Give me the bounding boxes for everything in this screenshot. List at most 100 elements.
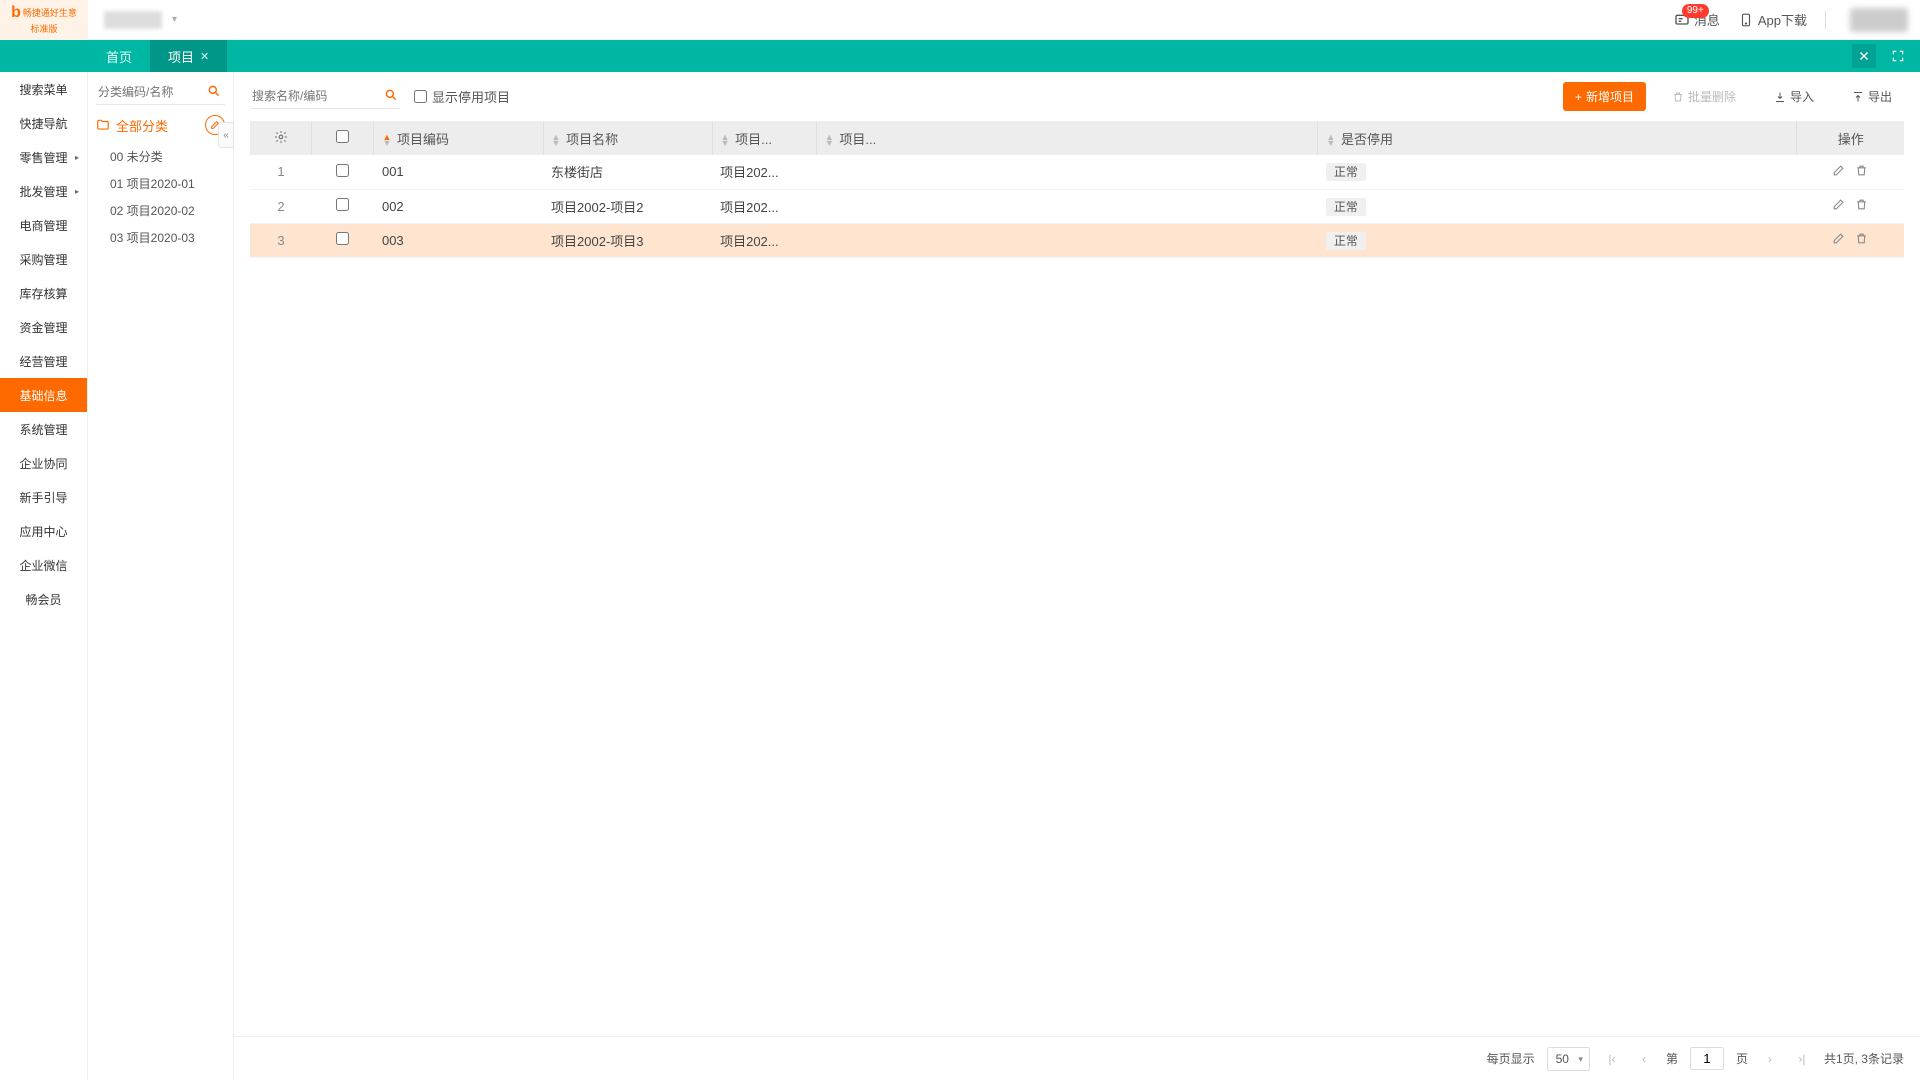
messages-button[interactable]: 99+ 消息 [1674, 10, 1720, 29]
sidebar-item[interactable]: 系统管理 [0, 412, 87, 446]
row-checkbox-cell [312, 189, 374, 223]
trash-icon [1855, 232, 1868, 245]
tab-bar: 首页 项目 ✕ [0, 40, 1920, 72]
next-page-button[interactable]: › [1760, 1049, 1780, 1069]
last-page-button[interactable]: ›| [1792, 1049, 1812, 1069]
sidebar-item[interactable]: 库存核算 [0, 276, 87, 310]
sidebar-item[interactable]: 基础信息 [0, 378, 87, 412]
brand-tagline: 畅捷通好生意 [23, 6, 77, 19]
search-icon[interactable] [384, 88, 398, 102]
sidebar-item[interactable]: 电商管理 [0, 208, 87, 242]
logo-mark: b [11, 5, 21, 21]
column-truncated-1[interactable]: ▲▼ 项目... [712, 121, 816, 155]
app-download-button[interactable]: App下载 [1738, 10, 1807, 29]
sidebar-item-label: 快捷导航 [19, 115, 67, 132]
import-button[interactable]: 导入 [1762, 82, 1826, 111]
sidebar-item[interactable]: 快捷导航 [0, 106, 87, 140]
sort-icon: ▲▼ [721, 134, 730, 146]
sidebar-item-label: 经营管理 [19, 353, 67, 370]
trash-icon [1672, 91, 1684, 103]
cell-name: 东楼街店 [543, 155, 712, 189]
column-settings[interactable] [250, 121, 312, 155]
page-suffix: 页 [1736, 1050, 1748, 1067]
category-node[interactable]: 03 项目2020-03 [106, 224, 233, 251]
sidebar-item[interactable]: 资金管理 [0, 310, 87, 344]
column-name[interactable]: ▲▼ 项目名称 [543, 121, 712, 155]
sidebar-item-label: 批发管理 [19, 183, 67, 200]
sidebar-item[interactable]: 应用中心 [0, 514, 87, 548]
row-checkbox[interactable] [336, 164, 349, 177]
sidebar-item-label: 系统管理 [19, 421, 67, 438]
per-page-select[interactable]: 50 ▾ [1547, 1047, 1590, 1071]
column-checkbox[interactable] [312, 121, 374, 155]
delete-row-button[interactable] [1855, 232, 1868, 245]
batch-delete-button[interactable]: 批量删除 [1660, 82, 1748, 111]
table-row[interactable]: 3003项目2002-项目3项目202...正常 [250, 223, 1904, 257]
sidebar-item[interactable]: 企业协同 [0, 446, 87, 480]
first-page-button[interactable]: |‹ [1602, 1049, 1622, 1069]
edit-row-button[interactable] [1832, 198, 1845, 211]
cell-c2 [816, 155, 1318, 189]
collapse-panel-button[interactable]: « [218, 122, 234, 148]
show-disabled-toggle[interactable]: 显示停用项目 [414, 87, 510, 106]
cell-code: 001 [374, 155, 543, 189]
sidebar-item[interactable]: 采购管理 [0, 242, 87, 276]
sidebar-item[interactable]: 零售管理▸ [0, 140, 87, 174]
page-input[interactable] [1690, 1047, 1724, 1070]
cell-c2 [816, 189, 1318, 223]
row-checkbox[interactable] [336, 198, 349, 211]
delete-row-button[interactable] [1855, 198, 1868, 211]
row-checkbox[interactable] [336, 232, 349, 245]
tab-project[interactable]: 项目 ✕ [150, 40, 227, 72]
cell-status: 正常 [1318, 223, 1797, 257]
trash-icon [1855, 164, 1868, 177]
tab-home[interactable]: 首页 [88, 40, 150, 72]
sidebar-item[interactable]: 经营管理 [0, 344, 87, 378]
brand-logo[interactable]: b 畅捷通好生意 标准版 [0, 0, 88, 40]
column-status[interactable]: ▲▼ 是否停用 [1318, 121, 1797, 155]
row-index: 1 [250, 155, 312, 189]
category-root[interactable]: 全部分类 [88, 109, 233, 141]
cell-code: 003 [374, 223, 543, 257]
sidebar-item[interactable]: 搜索菜单 [0, 72, 87, 106]
org-selector[interactable]: ▾ [104, 11, 177, 29]
delete-row-button[interactable] [1855, 164, 1868, 177]
cell-name: 项目2002-项目2 [543, 189, 712, 223]
close-icon[interactable]: ✕ [200, 50, 209, 63]
main-search-input[interactable] [250, 84, 400, 109]
fullscreen-button[interactable] [1886, 44, 1910, 68]
left-sidebar: 搜索菜单快捷导航零售管理▸批发管理▸电商管理采购管理库存核算资金管理经营管理基础… [0, 72, 88, 1080]
folder-icon [96, 118, 110, 132]
search-icon[interactable] [207, 84, 221, 98]
plus-icon: + [1575, 90, 1582, 104]
cell-code: 002 [374, 189, 543, 223]
edit-row-button[interactable] [1832, 232, 1845, 245]
column-operation: 操作 [1797, 121, 1904, 155]
export-button[interactable]: 导出 [1840, 82, 1904, 111]
column-truncated-2[interactable]: ▲▼ 项目... [816, 121, 1318, 155]
show-disabled-checkbox[interactable] [414, 90, 427, 103]
add-project-button[interactable]: + 新增项目 [1563, 82, 1646, 111]
sidebar-item[interactable]: 企业微信 [0, 548, 87, 582]
prev-page-button[interactable]: ‹ [1634, 1049, 1654, 1069]
category-node[interactable]: 01 项目2020-01 [106, 170, 233, 197]
category-search-input[interactable] [96, 80, 225, 105]
category-node[interactable]: 00 未分类 [106, 143, 233, 170]
table-container: ▲▼ 项目编码 ▲▼ 项目名称 ▲▼ 项目... ▲▼ [234, 121, 1920, 1036]
user-avatar[interactable] [1850, 8, 1908, 32]
table-row[interactable]: 1001东楼街店项目202...正常 [250, 155, 1904, 189]
app-download-label: App下载 [1758, 10, 1807, 29]
table-row[interactable]: 2002项目2002-项目2项目202...正常 [250, 189, 1904, 223]
select-all-checkbox[interactable] [336, 130, 349, 143]
pager-summary: 共1页, 3条记录 [1824, 1050, 1904, 1067]
category-node[interactable]: 02 项目2020-02 [106, 197, 233, 224]
chevron-down-icon: ▾ [1578, 1054, 1583, 1065]
sidebar-item[interactable]: 新手引导 [0, 480, 87, 514]
chevron-down-icon: ▾ [172, 14, 177, 25]
close-all-tabs-button[interactable] [1852, 44, 1876, 68]
column-code[interactable]: ▲▼ 项目编码 [374, 121, 543, 155]
edit-row-button[interactable] [1832, 164, 1845, 177]
sidebar-item[interactable]: 批发管理▸ [0, 174, 87, 208]
sidebar-item[interactable]: 畅会员 [0, 582, 87, 616]
org-name-blurred [104, 11, 162, 29]
